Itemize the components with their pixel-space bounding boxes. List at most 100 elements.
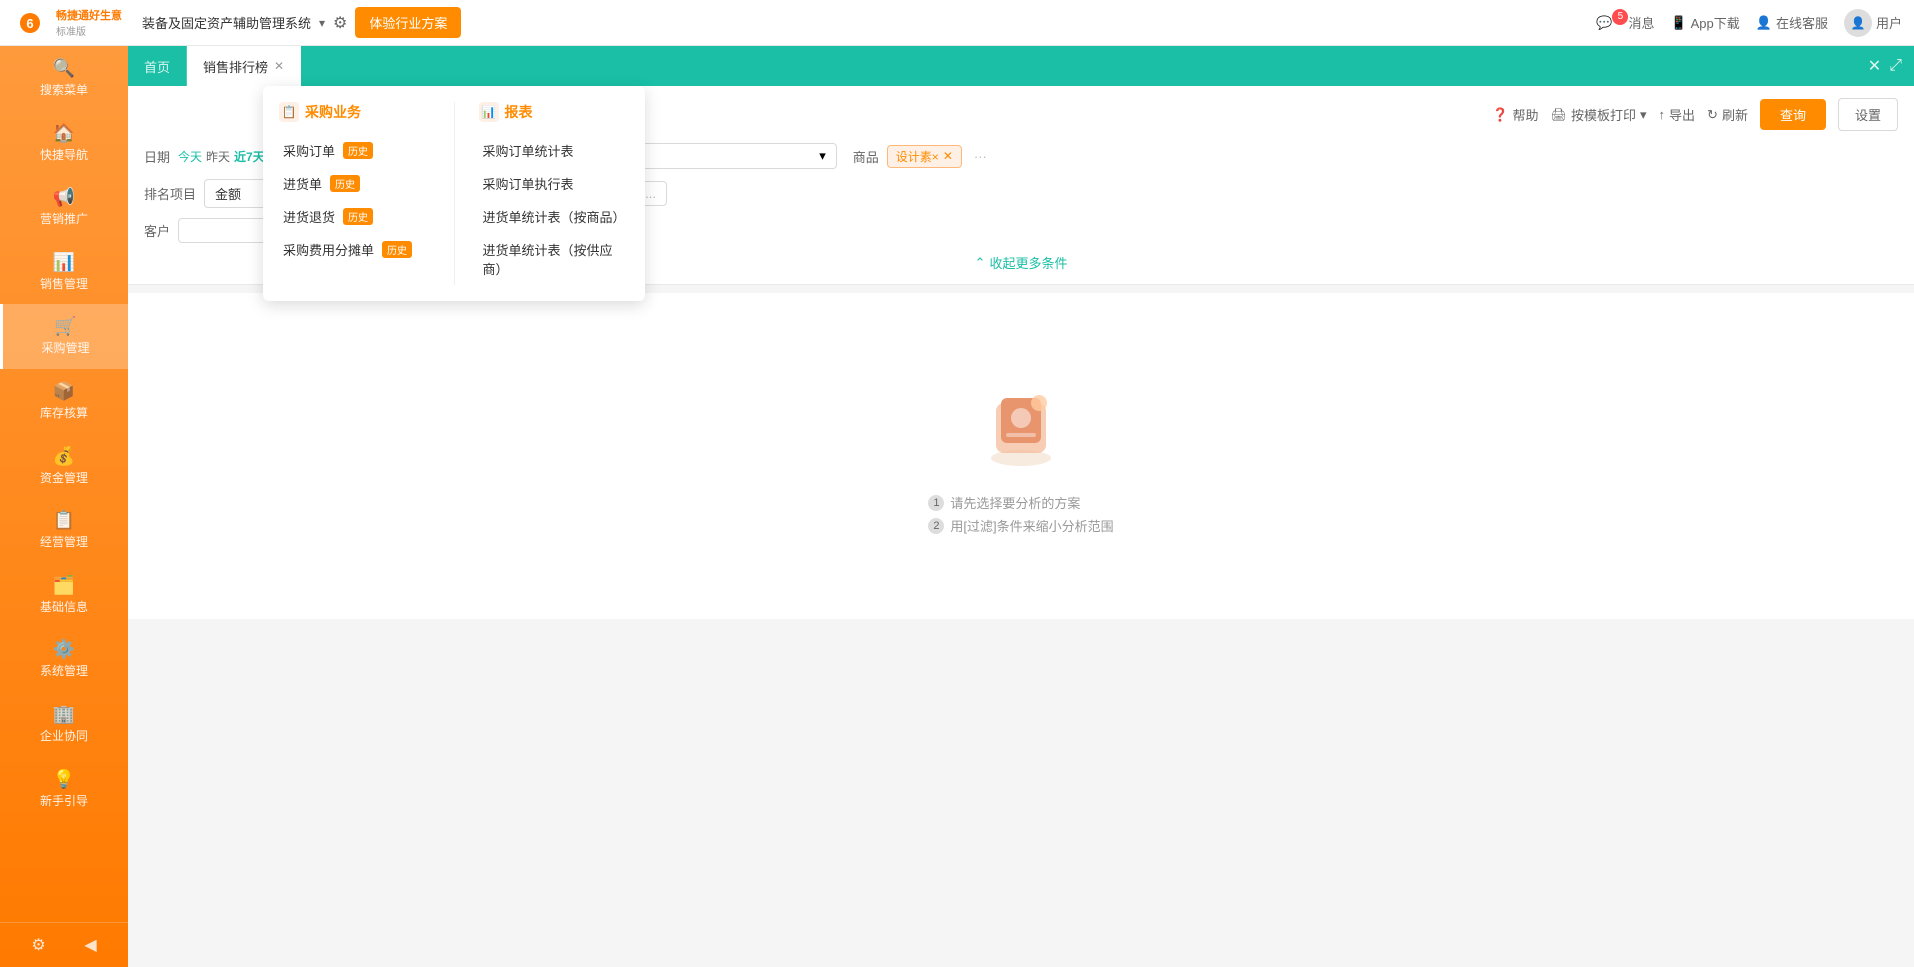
- system-name-area: 畅捷通好生意 标准版: [56, 7, 122, 38]
- industry-btn[interactable]: 体验行业方案: [355, 7, 461, 38]
- goods-tag: 设计素× ✕: [887, 145, 962, 168]
- query-btn[interactable]: 查询: [1760, 99, 1826, 130]
- home-icon: 🏠: [53, 123, 75, 144]
- sidebar-label-finance: 资金管理: [40, 471, 88, 487]
- system-dropdown-arrow[interactable]: ▾: [319, 16, 325, 30]
- sidebar-label-enterprise: 企业协同: [40, 729, 88, 745]
- sidebar-label-operation: 经营管理: [40, 535, 88, 551]
- goods-tag-text: 设计素×: [896, 148, 939, 165]
- tab-expand-action[interactable]: ⤢: [1889, 57, 1902, 75]
- message-label: 消息: [1628, 13, 1654, 32]
- tab-close-action[interactable]: ✕: [1868, 56, 1881, 76]
- collapse-label: 收起更多条件: [989, 253, 1067, 272]
- refresh-btn[interactable]: ↻ 刷新: [1707, 105, 1748, 124]
- tab-bar: 首页 销售排行榜 ✕ ✕ ⤢: [128, 46, 1914, 86]
- sidebar-item-sales[interactable]: 📊 销售管理: [0, 240, 128, 305]
- sidebar-item-marketing[interactable]: 📢 营销推广: [0, 175, 128, 240]
- export-icon: ↑: [1659, 107, 1666, 122]
- sidebar-item-operation[interactable]: 📋 经营管理: [0, 498, 128, 563]
- goods-dots[interactable]: ···: [974, 149, 987, 164]
- export-label: 导出: [1669, 105, 1695, 124]
- brand-sub: 标准版: [56, 23, 122, 38]
- sidebar-settings-btn[interactable]: ⚙: [31, 935, 45, 955]
- print-dropdown-icon[interactable]: ▾: [1640, 107, 1647, 123]
- report-section-icon: 📊: [479, 102, 499, 122]
- print-btn[interactable]: 🖨 按模板打印 ▾: [1550, 105, 1646, 124]
- menu-item-incoming[interactable]: 进货单 历史: [279, 167, 430, 200]
- sidebar-collapse-btn[interactable]: ◀: [84, 935, 96, 955]
- menu-item-purchase-order[interactable]: 采购订单 历史: [279, 134, 430, 167]
- doc-status-select[interactable]: ▾: [637, 143, 837, 169]
- sidebar-item-basic-info[interactable]: 🗂️ 基础信息: [0, 563, 128, 628]
- goods-tag-close[interactable]: ✕: [943, 149, 953, 163]
- menu-item-order-stats[interactable]: 采购订单统计表: [479, 134, 630, 167]
- menu-item-incoming-supplier[interactable]: 进货单统计表（按供应商）: [479, 233, 630, 285]
- menu-divider: [454, 102, 455, 285]
- empty-icon: [971, 373, 1071, 473]
- logo-icon: 6: [12, 5, 48, 41]
- menu-item-order-exec[interactable]: 采购订单执行表: [479, 167, 630, 200]
- menu-item-expense[interactable]: 采购费用分摊单 历史: [279, 233, 430, 266]
- settings-set-btn[interactable]: 设置: [1838, 98, 1898, 131]
- sidebar-label-marketing: 营销推广: [40, 212, 88, 228]
- purchase-section-icon: 📋: [279, 102, 299, 122]
- sidebar-item-inventory[interactable]: 📦 库存核算: [0, 369, 128, 434]
- settings-icon[interactable]: ⚙: [333, 13, 347, 33]
- avatar-icon: 👤: [1844, 9, 1872, 37]
- incoming-supplier-label: 进货单统计表（按供应商）: [483, 240, 626, 278]
- message-icon: 💬: [1596, 15, 1612, 31]
- tab-close-sales-rank[interactable]: ✕: [274, 59, 284, 73]
- sidebar-item-finance[interactable]: 💰 资金管理: [0, 434, 128, 499]
- app-download-label: App下载: [1691, 13, 1740, 32]
- menu-item-incoming-goods[interactable]: 进货单统计表（按商品）: [479, 200, 630, 233]
- top-bar-left: 6 畅捷通好生意 标准版: [12, 5, 122, 41]
- sidebar-item-quick-nav[interactable]: 🏠 快捷导航: [0, 111, 128, 176]
- quick-today[interactable]: 今天: [178, 148, 202, 165]
- sidebar-label-inventory: 库存核算: [40, 406, 88, 422]
- tab-sales-rank-label: 销售排行榜: [203, 57, 268, 76]
- sidebar-item-search[interactable]: 🔍 搜索菜单: [0, 46, 128, 111]
- customer-label: 客户: [144, 221, 170, 240]
- quick-yesterday[interactable]: 昨天: [206, 148, 230, 165]
- tab-home[interactable]: 首页: [128, 46, 187, 86]
- top-bar: 6 畅捷通好生意 标准版 装备及固定资产辅助管理系统 ▾ ⚙ 体验行业方案 💬 …: [0, 0, 1914, 46]
- sidebar-label-system: 系统管理: [40, 664, 88, 680]
- sidebar-item-purchase[interactable]: 🛒 采购管理: [0, 304, 128, 369]
- tab-sales-rank[interactable]: 销售排行榜 ✕: [187, 46, 301, 86]
- app-download-item[interactable]: 📱 App下载: [1670, 13, 1739, 32]
- user-label: 用户: [1876, 13, 1902, 32]
- top-bar-center: 装备及固定资产辅助管理系统 ▾ ⚙ 体验行业方案: [142, 7, 461, 38]
- menu-section-purchase: 📋 采购业务 采购订单 历史 进货单 历史 进货退货 历史: [279, 102, 430, 285]
- order-exec-label: 采购订单执行表: [483, 174, 574, 193]
- quick-7days[interactable]: 近7天: [234, 148, 265, 165]
- marketing-icon: 📢: [53, 187, 75, 208]
- doc-status-dropdown: ▾: [819, 148, 826, 164]
- online-service-item[interactable]: 👤 在线客服: [1756, 13, 1828, 32]
- sidebar-item-system[interactable]: ⚙️ 系统管理: [0, 627, 128, 692]
- sidebar-label-guide: 新手引导: [40, 794, 88, 810]
- inventory-icon: 📦: [53, 381, 75, 402]
- refresh-icon: ↻: [1707, 107, 1718, 123]
- sidebar-item-enterprise[interactable]: 🏢 企业协同: [0, 692, 128, 757]
- app-container: 6 畅捷通好生意 标准版 装备及固定资产辅助管理系统 ▾ ⚙ 体验行业方案 💬 …: [0, 0, 1914, 967]
- purchase-order-badge: 历史: [343, 142, 373, 159]
- purchase-order-label: 采购订单: [283, 141, 335, 160]
- menu-item-return[interactable]: 进货退货 历史: [279, 200, 430, 233]
- user-item[interactable]: 👤 用户: [1844, 9, 1902, 37]
- menu-section-report-title: 📊 报表: [479, 102, 630, 122]
- refresh-label: 刷新: [1722, 105, 1748, 124]
- menu-section-report: 📊 报表 采购订单统计表 采购订单执行表 进货单统计表（按商品） 进货单统计表（…: [479, 102, 630, 285]
- help-btn[interactable]: ❓ 帮助: [1492, 105, 1538, 124]
- report-section-label: 报表: [505, 102, 533, 122]
- print-label: 按模板打印: [1571, 105, 1636, 124]
- notification-item[interactable]: 💬 5 消息: [1596, 13, 1654, 32]
- salesperson-dots[interactable]: ...: [645, 186, 656, 201]
- svg-text:6: 6: [26, 16, 33, 31]
- step2-num: 2: [928, 518, 944, 534]
- brand-name: 畅捷通好生意: [56, 7, 122, 23]
- step1-num: 1: [928, 495, 944, 511]
- sidebar-item-guide[interactable]: 💡 新手引导: [0, 757, 128, 822]
- sidebar-label-basic-info: 基础信息: [40, 600, 88, 616]
- finance-icon: 💰: [53, 446, 75, 467]
- export-btn[interactable]: ↑ 导出: [1659, 105, 1696, 124]
